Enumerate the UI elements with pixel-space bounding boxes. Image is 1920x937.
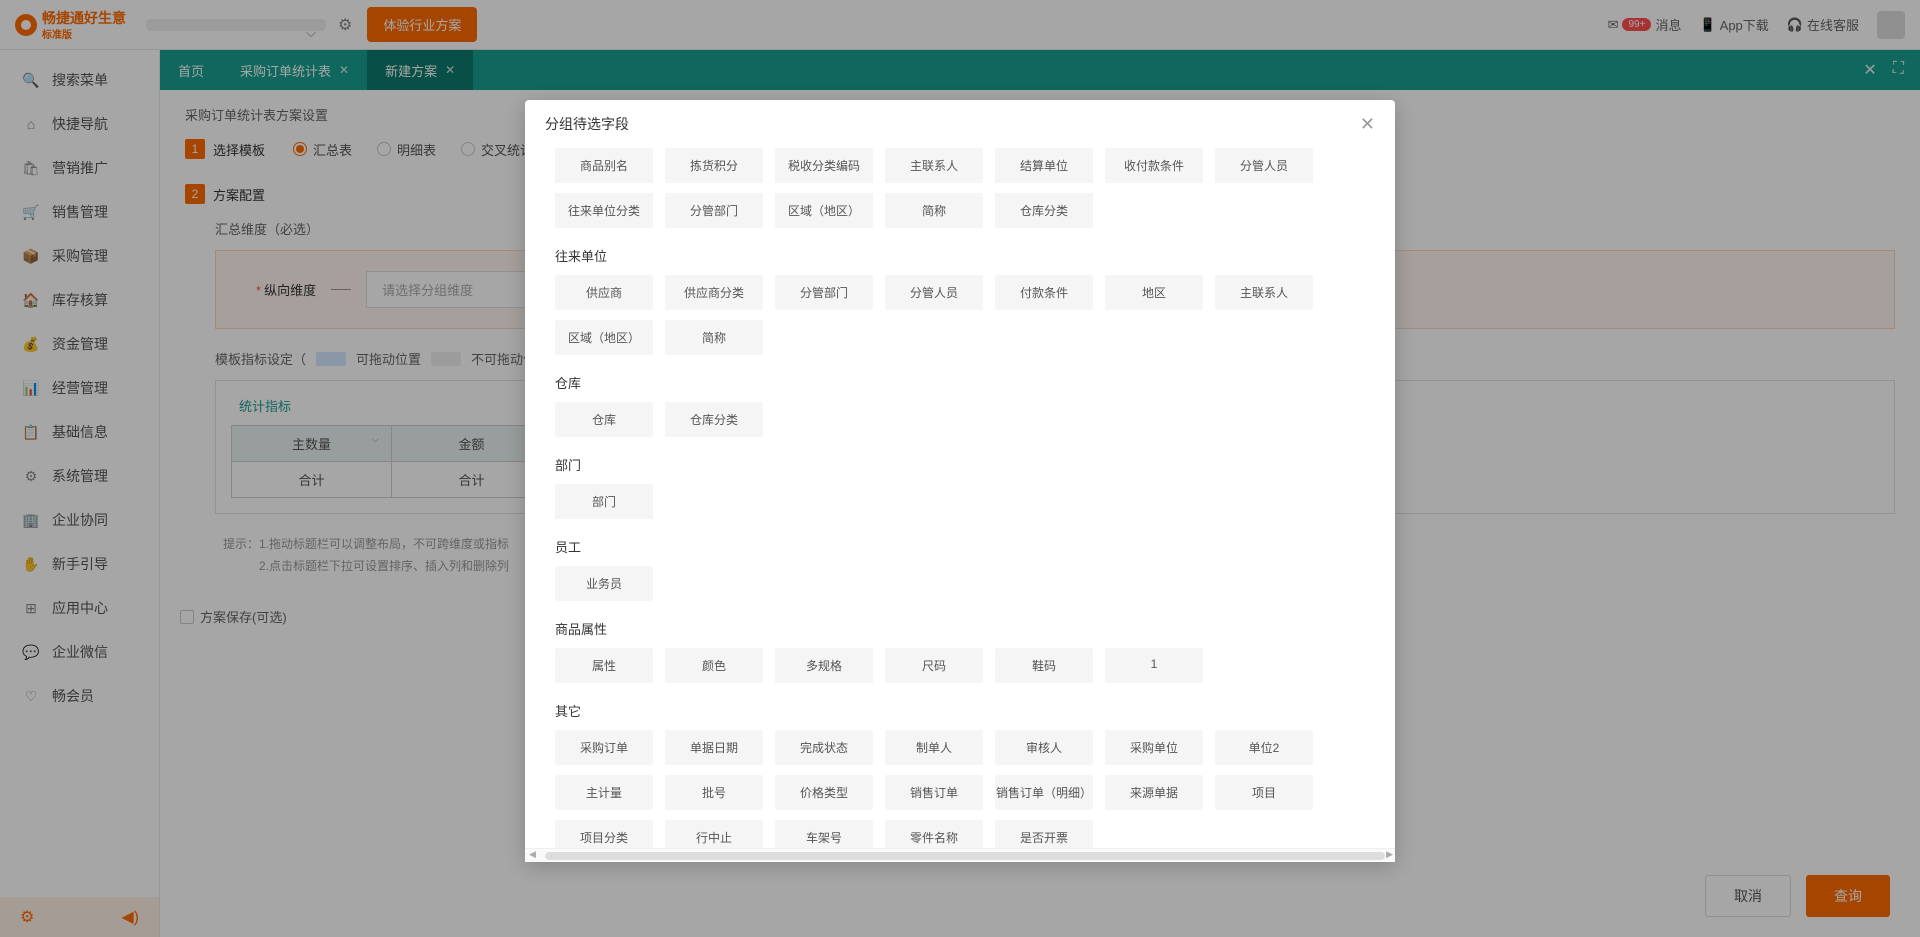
field-group-title: 其它 [555,701,1375,720]
field-chip[interactable]: 拣货积分 [665,148,763,183]
field-chip[interactable]: 行中止 [665,820,763,848]
field-group-title: 员工 [555,537,1375,556]
field-group-title: 仓库 [555,373,1375,392]
field-chip[interactable]: 税收分类编码 [775,148,873,183]
field-chip[interactable]: 是否开票 [995,820,1093,848]
field-chip[interactable]: 价格类型 [775,775,873,810]
modal-horizontal-scrollbar[interactable] [525,848,1395,862]
field-chip[interactable]: 分管人员 [885,275,983,310]
field-chip[interactable]: 颜色 [665,648,763,683]
field-chip[interactable]: 简称 [885,193,983,228]
field-chip[interactable]: 仓库 [555,402,653,437]
field-chip[interactable]: 供应商 [555,275,653,310]
field-chip[interactable]: 单位2 [1215,730,1313,765]
field-chip[interactable]: 项目 [1215,775,1313,810]
field-chip[interactable]: 分管人员 [1215,148,1313,183]
field-chip[interactable]: 来源单据 [1105,775,1203,810]
field-chip[interactable]: 零件名称 [885,820,983,848]
field-chip[interactable]: 分管部门 [665,193,763,228]
modal-title: 分组待选字段 [545,114,629,134]
field-chip[interactable]: 销售订单（明细） [995,775,1093,810]
field-chip[interactable]: 地区 [1105,275,1203,310]
field-chip[interactable]: 仓库分类 [665,402,763,437]
field-chip[interactable]: 区域（地区） [555,320,653,355]
field-chip[interactable]: 尺码 [885,648,983,683]
field-chip[interactable]: 简称 [665,320,763,355]
field-group-title: 商品属性 [555,619,1375,638]
field-chip[interactable]: 属性 [555,648,653,683]
field-chip[interactable]: 采购订单 [555,730,653,765]
field-chip[interactable]: 商品别名 [555,148,653,183]
field-chip[interactable]: 多规格 [775,648,873,683]
field-selector-modal: 分组待选字段 ✕ 商品别名拣货积分税收分类编码主联系人结算单位收付款条件分管人员… [525,100,1395,862]
field-chip[interactable]: 区域（地区） [775,193,873,228]
field-chip[interactable]: 主计量 [555,775,653,810]
field-chip[interactable]: 1 [1105,648,1203,683]
field-chip[interactable]: 采购单位 [1105,730,1203,765]
scrollbar-thumb[interactable] [545,852,1385,860]
modal-body: 商品别名拣货积分税收分类编码主联系人结算单位收付款条件分管人员往来单位分类分管部… [525,148,1395,848]
field-chip[interactable]: 付款条件 [995,275,1093,310]
modal-close-icon[interactable]: ✕ [1360,115,1375,133]
field-chip[interactable]: 收付款条件 [1105,148,1203,183]
field-chip[interactable]: 主联系人 [1215,275,1313,310]
field-chip[interactable]: 业务员 [555,566,653,601]
field-chip[interactable]: 部门 [555,484,653,519]
field-chip[interactable]: 鞋码 [995,648,1093,683]
field-chip[interactable]: 审核人 [995,730,1093,765]
field-chip[interactable]: 完成状态 [775,730,873,765]
field-chip[interactable]: 车架号 [775,820,873,848]
field-chip[interactable]: 单据日期 [665,730,763,765]
field-group-title: 部门 [555,455,1375,474]
field-chip[interactable]: 供应商分类 [665,275,763,310]
field-chip[interactable]: 销售订单 [885,775,983,810]
field-chip[interactable]: 结算单位 [995,148,1093,183]
field-chip[interactable]: 分管部门 [775,275,873,310]
field-chip[interactable]: 制单人 [885,730,983,765]
modal-header: 分组待选字段 ✕ [525,100,1395,148]
field-chip[interactable]: 批号 [665,775,763,810]
field-chip[interactable]: 往来单位分类 [555,193,653,228]
field-group-title: 往来单位 [555,246,1375,265]
field-chip[interactable]: 项目分类 [555,820,653,848]
field-chip[interactable]: 仓库分类 [995,193,1093,228]
field-chip[interactable]: 主联系人 [885,148,983,183]
